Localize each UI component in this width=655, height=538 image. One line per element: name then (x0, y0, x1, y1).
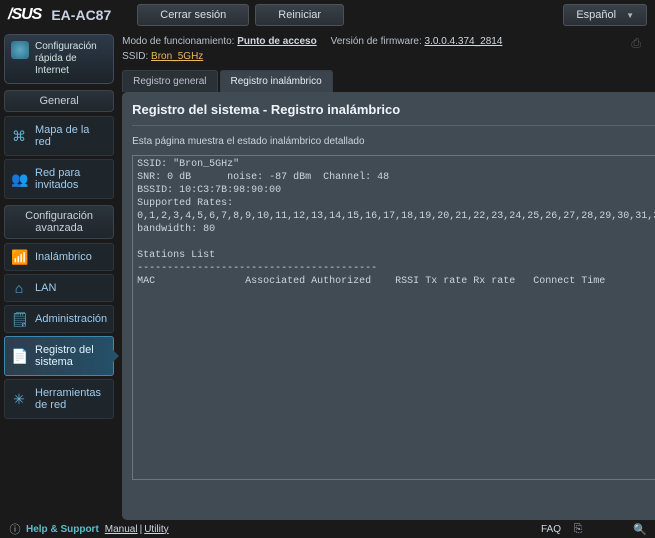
quick-internet-setup[interactable]: Configuración rápida de Internet (4, 34, 114, 84)
guest-icon: 👥 (11, 171, 27, 187)
nav-label: Mapa de la red (35, 124, 89, 148)
language-label: Español (576, 9, 616, 21)
wifi-icon: 📶 (11, 249, 27, 265)
nav-label: Inalámbrico (35, 251, 92, 263)
manual-link[interactable]: Manual (105, 524, 138, 535)
firmware-link[interactable]: 3.0.0.4.374_2814 (425, 36, 503, 47)
info-line-1: Modo de funcionamiento: Punto de acceso … (122, 34, 655, 49)
search-icon[interactable]: 🔍 (633, 522, 647, 536)
wireless-log-output: SSID: "Bron_5GHz" SNR: 0 dB noise: -87 d… (132, 155, 655, 480)
nav-label: Administración (35, 313, 107, 325)
operation-mode-link[interactable]: Punto de acceso (237, 36, 316, 47)
sidebar-item-guest-network[interactable]: 👥 Red para invitados (4, 159, 114, 199)
network-map-icon: ⌘ (11, 128, 27, 144)
brand-logo: /SUS (8, 6, 41, 24)
logout-button[interactable]: Cerrar sesión (137, 4, 249, 26)
panel-description: Esta página muestra el estado inalámbric… (132, 126, 655, 155)
sidebar-item-network-map[interactable]: ⌘ Mapa de la red (4, 116, 114, 156)
printer-icon: ⎙ (631, 36, 641, 51)
log-panel: Registro del sistema - Registro inalámbr… (122, 92, 655, 520)
sidebar-section-advanced: Configuración avanzada (4, 205, 114, 239)
sidebar-section-general: General (4, 90, 114, 112)
globe-icon (11, 41, 29, 59)
log-icon: 📄 (11, 348, 27, 364)
lan-icon: ⌂ (11, 280, 27, 296)
sidebar-item-system-log[interactable]: 📄 Registro del sistema (4, 336, 114, 376)
sidebar-item-wireless[interactable]: 📶 Inalámbrico (4, 243, 114, 271)
tools-icon: ✳ (11, 391, 27, 407)
sidebar-item-net-tools[interactable]: ✳ Herramientas de red (4, 379, 114, 419)
ssid-value: Bron_5GHz (151, 51, 203, 62)
tab-wireless-log[interactable]: Registro inalámbrico (220, 70, 333, 92)
nav-label: Herramientas de red (35, 387, 101, 411)
nav-label: Registro del sistema (35, 344, 94, 368)
footer-links: Manual|Utility (103, 524, 171, 535)
language-select[interactable]: Español ▼ (563, 4, 647, 26)
nav-label: LAN (35, 282, 56, 294)
nav-label: Red para invitados (35, 167, 80, 191)
model-name: EA-AC87 (51, 7, 111, 23)
admin-icon: 🗒 (11, 311, 27, 327)
sidebar-item-lan[interactable]: ⌂ LAN (4, 274, 114, 302)
faq-link[interactable]: FAQ (541, 524, 561, 535)
quick-label: Configuración rápida de Internet (35, 41, 97, 76)
panel-title: Registro del sistema - Registro inalámbr… (132, 102, 655, 126)
info-line-2: SSID: Bron_5GHz (122, 49, 655, 64)
help-support-label: Help & Support (26, 524, 99, 535)
info-icon: ⓘ (8, 522, 22, 536)
sidebar-item-admin[interactable]: 🗒 Administración (4, 305, 114, 333)
sidebar: Configuración rápida de Internet General… (0, 30, 118, 520)
utility-link[interactable]: Utility (144, 524, 168, 535)
feedback-icon[interactable]: ⎘ (571, 522, 585, 536)
tab-general-log[interactable]: Registro general (122, 70, 217, 92)
chevron-down-icon: ▼ (626, 11, 634, 20)
reboot-button[interactable]: Reiniciar (255, 4, 344, 26)
